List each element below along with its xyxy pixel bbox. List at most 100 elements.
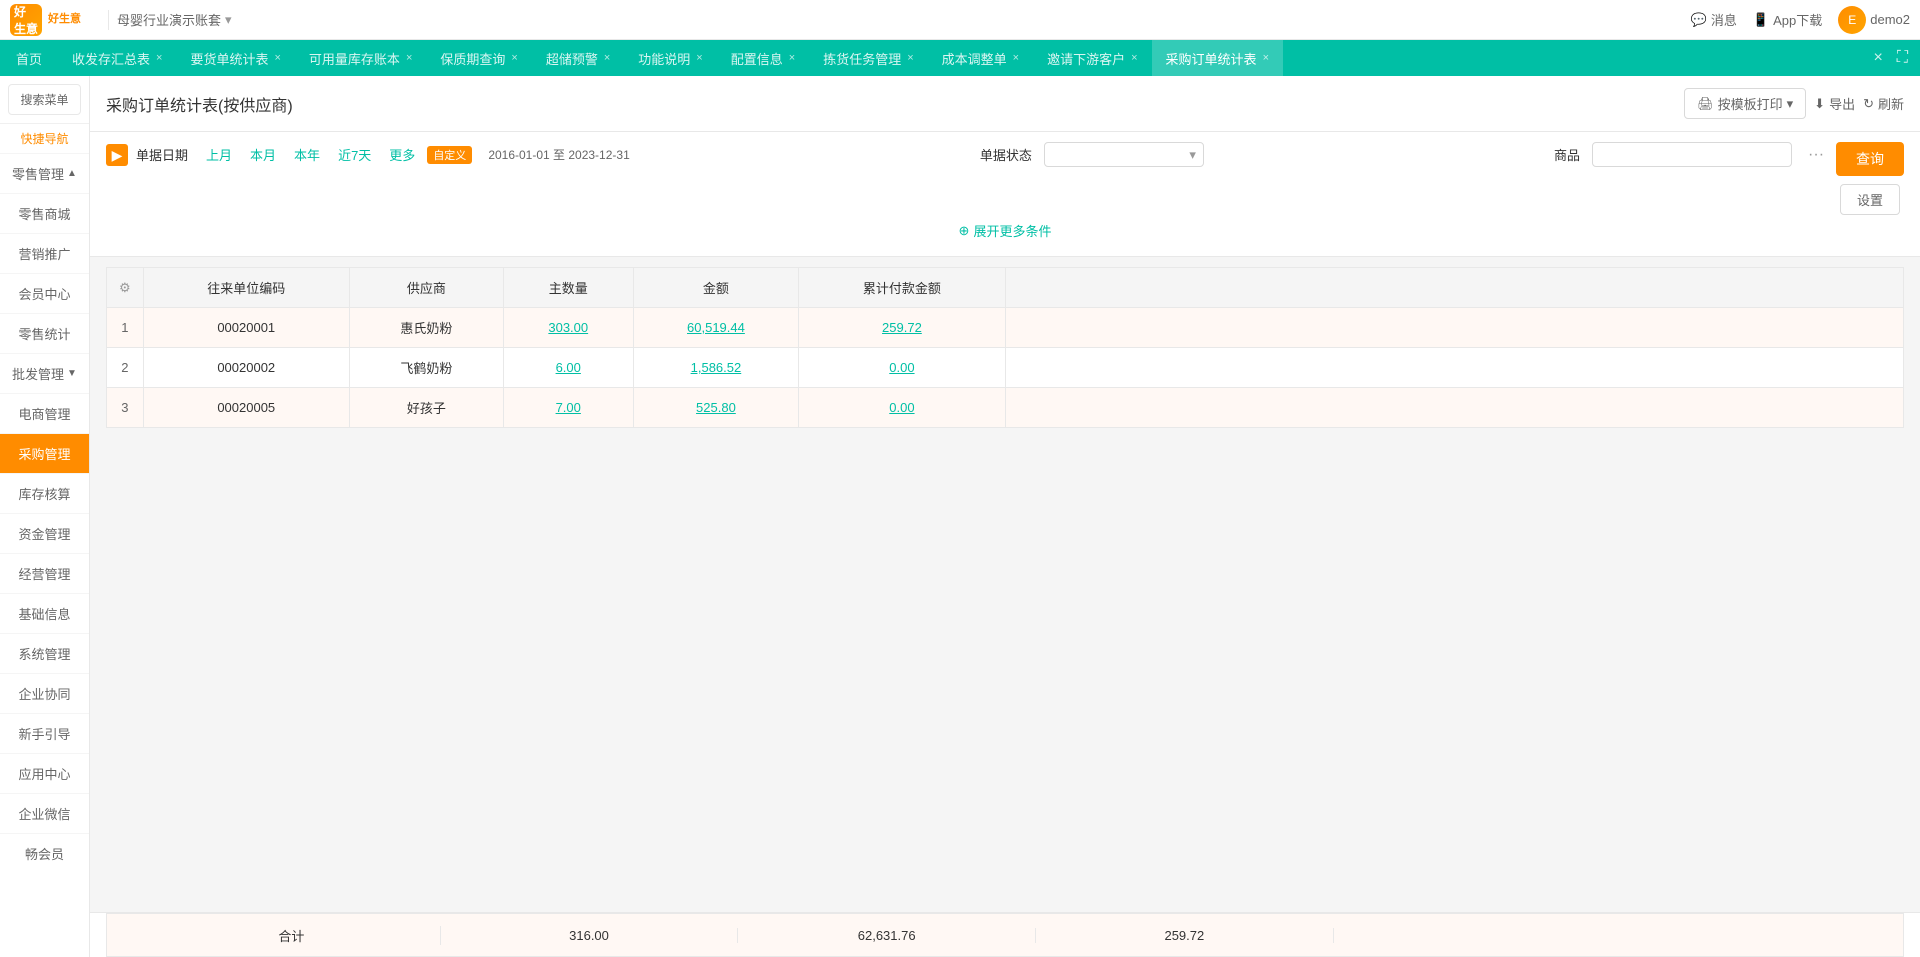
tab-config-info-close[interactable]: × <box>789 52 795 64</box>
sidebar-item-ops-mgmt[interactable]: 经营管理 <box>0 553 89 593</box>
filter-toggle-btn[interactable]: ▶ <box>106 144 128 166</box>
sidebar-item-retail-mgmt[interactable]: 零售管理 ▲ <box>0 153 89 193</box>
tab-collect-pay[interactable]: 收发存汇总表 × <box>58 40 176 76</box>
refresh-label: 刷新 <box>1878 94 1904 113</box>
export-label: 导出 <box>1829 94 1855 113</box>
tab-over-stock-label: 超储预警 <box>546 49 598 68</box>
status-filter-label: 单据状态 <box>980 145 1032 164</box>
status-select[interactable] <box>1044 142 1204 167</box>
sidebar-item-sys-mgmt[interactable]: 系统管理 <box>0 633 89 673</box>
page-header: 采购订单统计表(按供应商) 🖨 按模板打印 ▾ ⬇ 导出 ↻ 刷新 <box>90 76 1920 132</box>
sidebar-item-wholesale-mgmt-label: 批发管理 <box>12 364 64 383</box>
tab-purchase-summary-close[interactable]: × <box>1263 52 1269 64</box>
tab-config-info[interactable]: 配置信息 × <box>717 40 809 76</box>
tab-over-stock-close[interactable]: × <box>604 52 610 64</box>
tab-goods-summary-label: 要货单统计表 <box>190 49 268 68</box>
sidebar-item-retail-stats[interactable]: 零售统计 <box>0 313 89 353</box>
date-option-7days[interactable]: 近7天 <box>332 143 377 166</box>
date-option-this-month[interactable]: 本月 <box>244 143 282 166</box>
sidebar-item-stock-check[interactable]: 库存核算 <box>0 473 89 513</box>
settings-btn[interactable]: 设置 <box>1840 184 1900 215</box>
date-custom-tag[interactable]: 自定义 <box>427 146 472 164</box>
tab-invite-down-close[interactable]: × <box>1131 52 1137 64</box>
search-menu-btn[interactable]: 搜索菜单 <box>8 84 81 115</box>
sidebar-item-member-center[interactable]: 会员中心 <box>0 273 89 313</box>
sidebar-item-ecommerce[interactable]: 电商管理 <box>0 393 89 433</box>
table-container: ⚙ 往来单位编码 供应商 主数量 金额 累计付款金额 1 00020001 <box>90 257 1920 912</box>
user-name: demo2 <box>1870 12 1910 27</box>
query-btn[interactable]: 查询 <box>1836 142 1904 176</box>
goods-filter-label: 商品 <box>1554 145 1580 164</box>
sidebar-item-vip-member[interactable]: 畅会员 <box>0 833 89 873</box>
export-btn[interactable]: ⬇ 导出 <box>1814 94 1855 113</box>
table-row: 1 00020001 惠氏奶粉 303.00 60,519.44 259.72 <box>107 308 1904 348</box>
content-area: 采购订单统计表(按供应商) 🖨 按模板打印 ▾ ⬇ 导出 ↻ 刷新 <box>90 76 1920 957</box>
row-3-empty <box>1005 388 1904 428</box>
tab-cost-adjust-close[interactable]: × <box>1013 52 1019 64</box>
status-select-box <box>1044 142 1204 167</box>
message-btn[interactable]: 💬 消息 <box>1691 10 1737 29</box>
filter-toggle-icon: ▶ <box>112 147 123 164</box>
sidebar-item-corp-wechat[interactable]: 企业微信 <box>0 793 89 833</box>
logo-text: 好生意 <box>48 13 81 26</box>
sidebar-item-finance[interactable]: 资金管理 <box>0 513 89 553</box>
topbar: 好生意 好生意 母婴行业演示账套 ▾ 💬 消息 📱 App下载 E demo2 <box>0 0 1920 40</box>
app-icon: 📱 <box>1753 12 1769 28</box>
sidebar-item-stock-check-label: 库存核算 <box>18 487 70 502</box>
row-3-paid: 0.00 <box>799 388 1005 428</box>
tab-invite-down[interactable]: 邀请下游客户 × <box>1033 40 1151 76</box>
goods-input[interactable] <box>1592 142 1792 167</box>
quick-nav-btn[interactable]: 快捷导航 <box>0 123 89 153</box>
tab-cost-adjust[interactable]: 成本调整单 × <box>928 40 1033 76</box>
date-option-more[interactable]: 更多 <box>383 143 421 166</box>
sidebar-item-new-guide[interactable]: 新手引导 <box>0 713 89 753</box>
tab-func-desc[interactable]: 功能说明 × <box>624 40 716 76</box>
tab-collect-pay-close[interactable]: × <box>156 52 162 64</box>
user-area[interactable]: E demo2 <box>1838 6 1910 34</box>
sidebar-item-retail-mall[interactable]: 零售商城 <box>0 193 89 233</box>
print-btn[interactable]: 🖨 按模板打印 ▾ <box>1684 88 1806 119</box>
tab-picking-task[interactable]: 拣货任务管理 × <box>809 40 927 76</box>
date-option-last-month[interactable]: 上月 <box>200 143 238 166</box>
tab-available-stock[interactable]: 可用量库存账本 × <box>295 40 426 76</box>
date-option-this-year[interactable]: 本年 <box>288 143 326 166</box>
sidebar-item-app-center-label: 应用中心 <box>18 767 70 782</box>
sidebar-item-marketing[interactable]: 营销推广 <box>0 233 89 273</box>
sidebar-item-ecommerce-label: 电商管理 <box>18 407 70 422</box>
expand-more-btn[interactable]: ⊕ 展开更多条件 <box>959 221 1052 240</box>
tab-goods-summary-close[interactable]: × <box>274 52 280 64</box>
row-3-amount: 525.80 <box>633 388 799 428</box>
sidebar-item-purchase-mgmt-label: 采购管理 <box>18 447 70 462</box>
sidebar-item-app-center[interactable]: 应用中心 <box>0 753 89 793</box>
footer-total-paid: 259.72 <box>1036 928 1334 943</box>
tab-func-desc-close[interactable]: × <box>696 52 702 64</box>
printer-icon: 🖨 <box>1697 96 1714 112</box>
tab-home[interactable]: 首页 <box>0 40 58 76</box>
tab-purchase-summary[interactable]: 采购订单统计表 × <box>1152 40 1283 76</box>
tab-picking-task-close[interactable]: × <box>907 52 913 64</box>
tab-picking-task-label: 拣货任务管理 <box>823 49 901 68</box>
fullscreen-btn[interactable]: ⛶ <box>1893 45 1912 71</box>
query-btn-group: 查询 设置 <box>1836 142 1904 215</box>
tab-over-stock[interactable]: 超储预警 × <box>532 40 624 76</box>
message-label: 消息 <box>1711 10 1737 29</box>
topbar-right: 💬 消息 📱 App下载 E demo2 <box>1691 6 1910 34</box>
sidebar-item-corp-collab[interactable]: 企业协同 <box>0 673 89 713</box>
page-title: 采购订单统计表(按供应商) <box>106 92 293 116</box>
refresh-btn[interactable]: ↻ 刷新 <box>1863 94 1904 113</box>
tab-warranty[interactable]: 保质期查询 × <box>426 40 531 76</box>
row-1-paid: 259.72 <box>799 308 1005 348</box>
app-download-btn[interactable]: 📱 App下载 <box>1753 10 1822 29</box>
sidebar-item-wholesale-mgmt[interactable]: 批发管理 ▼ <box>0 353 89 393</box>
column-settings-icon[interactable]: ⚙ <box>119 280 131 295</box>
store-selector[interactable]: 母婴行业演示账套 ▾ <box>117 10 232 29</box>
sidebar-item-purchase-mgmt[interactable]: 采购管理 <box>0 433 89 473</box>
goods-ellipsis-btn[interactable]: ··· <box>1804 146 1828 164</box>
close-all-btn[interactable]: × <box>1869 45 1886 71</box>
tab-goods-summary[interactable]: 要货单统计表 × <box>176 40 294 76</box>
tab-config-info-label: 配置信息 <box>731 49 783 68</box>
tab-available-stock-close[interactable]: × <box>406 52 412 64</box>
tab-warranty-close[interactable]: × <box>511 52 517 64</box>
row-2-empty <box>1005 348 1904 388</box>
sidebar-item-basic-info[interactable]: 基础信息 <box>0 593 89 633</box>
